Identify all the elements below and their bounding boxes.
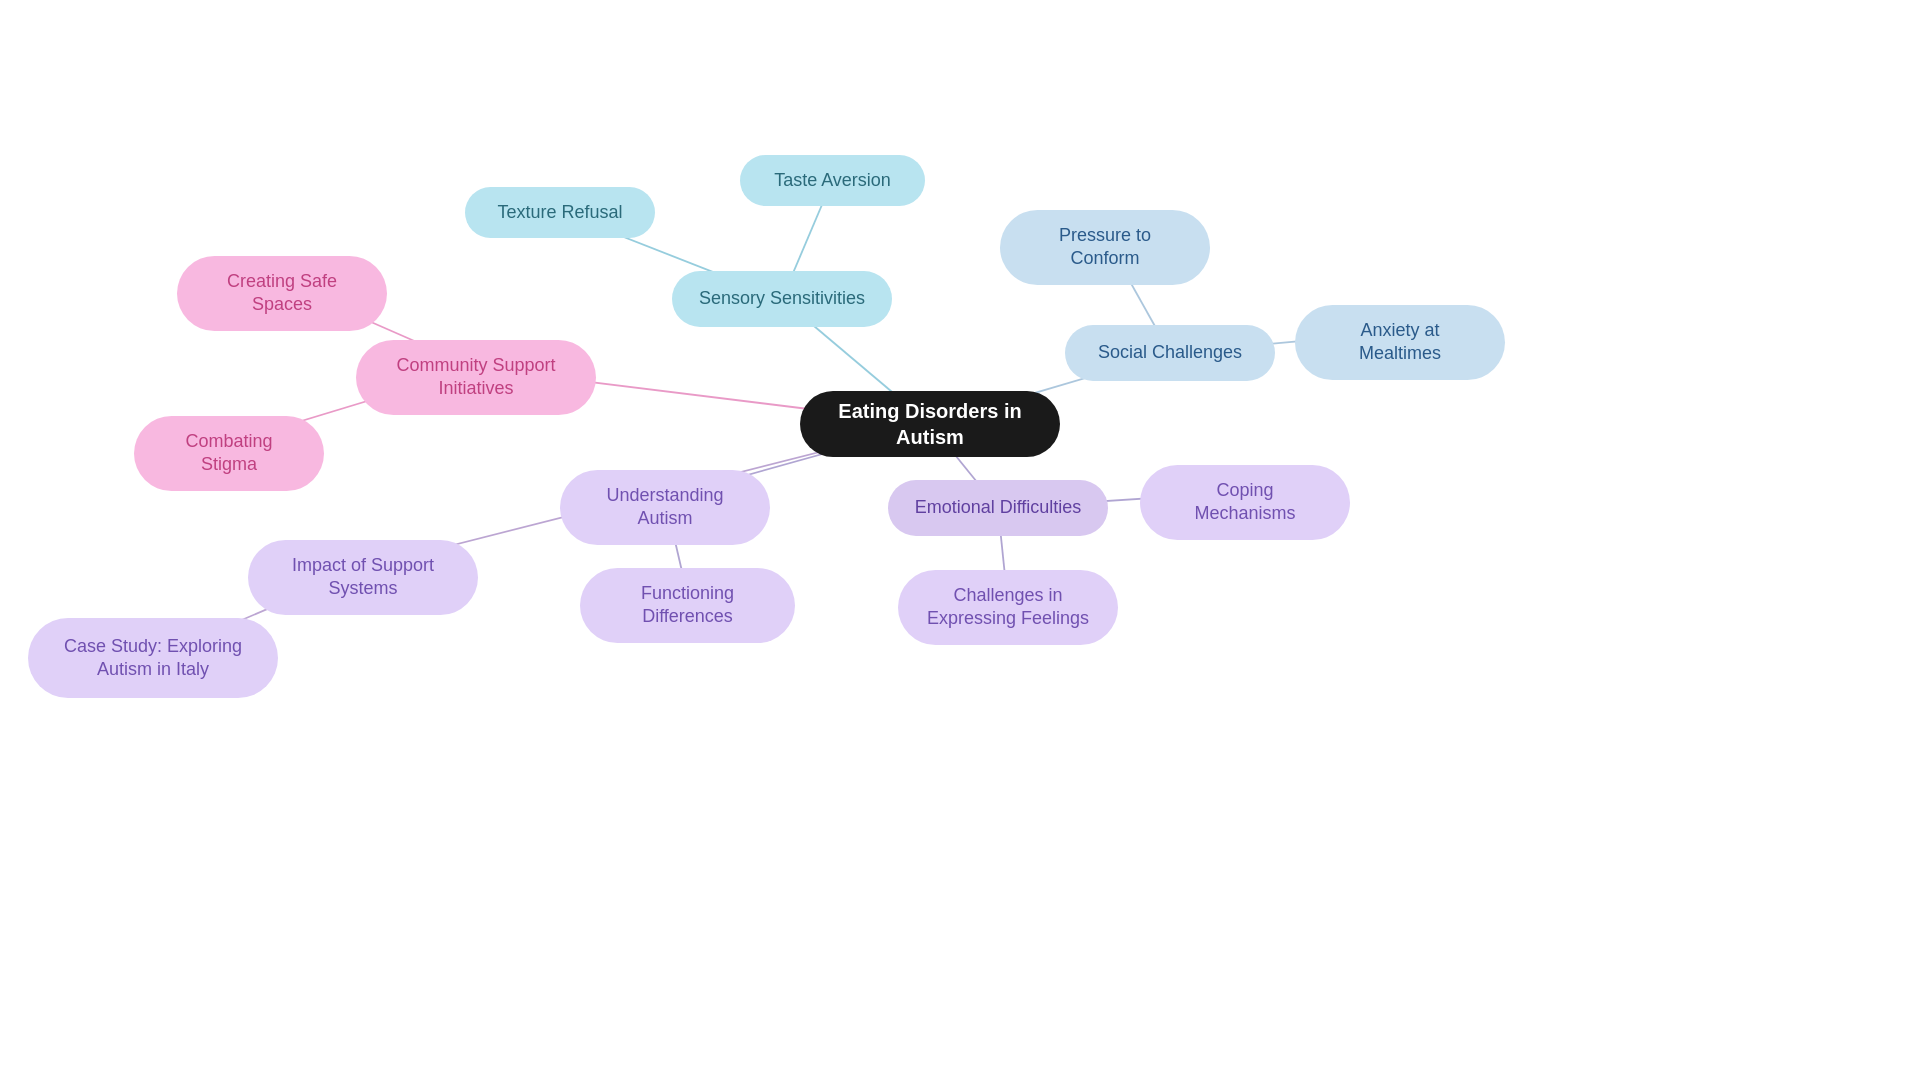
node-community[interactable]: Community Support Initiatives (356, 340, 596, 415)
mind-map-container: Eating Disorders in Autism Sensory Sensit… (0, 0, 1920, 1083)
node-impact[interactable]: Impact of Support Systems (248, 540, 478, 615)
node-social[interactable]: Social Challenges (1065, 325, 1275, 381)
node-anxiety[interactable]: Anxiety at Mealtimes (1295, 305, 1505, 380)
node-pressure[interactable]: Pressure to Conform (1000, 210, 1210, 285)
node-coping[interactable]: Coping Mechanisms (1140, 465, 1350, 540)
node-challenges[interactable]: Challenges in Expressing Feelings (898, 570, 1118, 645)
node-sensory[interactable]: Sensory Sensitivities (672, 271, 892, 327)
node-safe[interactable]: Creating Safe Spaces (177, 256, 387, 331)
node-emotional[interactable]: Emotional Difficulties (888, 480, 1108, 536)
node-stigma[interactable]: Combating Stigma (134, 416, 324, 491)
node-understanding[interactable]: Understanding Autism (560, 470, 770, 545)
node-functioning[interactable]: Functioning Differences (580, 568, 795, 643)
node-casestudy[interactable]: Case Study: Exploring Autism in Italy (28, 618, 278, 698)
node-taste[interactable]: Taste Aversion (740, 155, 925, 206)
node-texture[interactable]: Texture Refusal (465, 187, 655, 238)
center-node[interactable]: Eating Disorders in Autism (800, 391, 1060, 457)
